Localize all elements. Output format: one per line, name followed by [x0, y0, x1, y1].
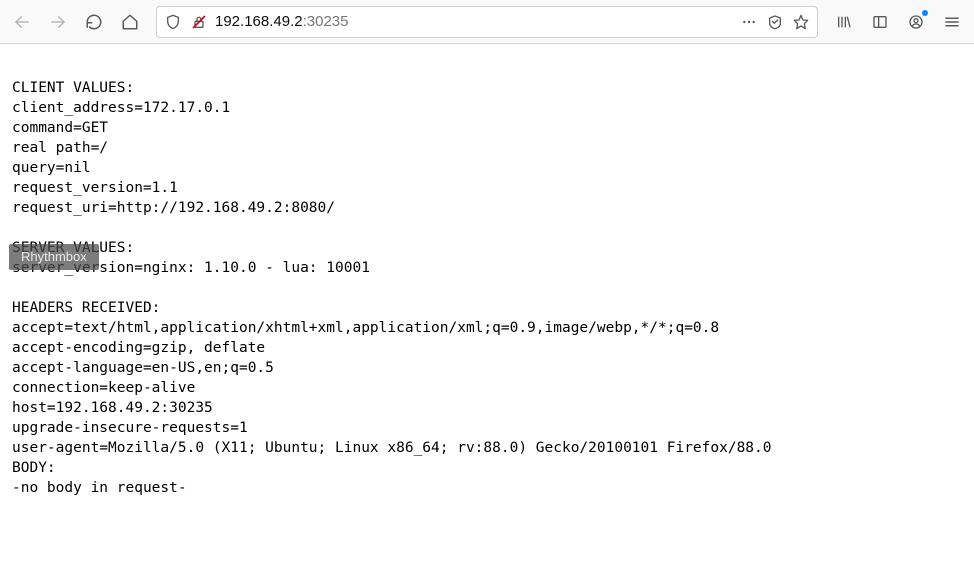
browser-toolbar: 192.168.49.2:30235: [0, 0, 974, 44]
connection-line: connection=keep-alive: [12, 380, 195, 396]
ellipsis-icon: [741, 14, 757, 30]
account-button[interactable]: [900, 6, 932, 38]
account-icon: [908, 14, 924, 30]
user-agent-line: user-agent=Mozilla/5.0 (X11; Ubuntu; Lin…: [12, 440, 772, 456]
headers-heading: HEADERS RECEIVED:: [12, 300, 160, 316]
server-version-line: server_version=nginx: 1.10.0 - lua: 1000…: [12, 260, 370, 276]
home-icon: [121, 13, 139, 31]
forward-button[interactable]: [42, 6, 74, 38]
server-values-heading: SERVER VALUES:: [12, 240, 134, 256]
request-uri-line: request_uri=http://192.168.49.2:8080/: [12, 200, 335, 216]
arrow-right-icon: [49, 13, 67, 31]
library-button[interactable]: [828, 6, 860, 38]
sidebar-icon: [872, 14, 888, 30]
url-port: :30235: [303, 13, 349, 30]
body-heading: BODY:: [12, 460, 56, 476]
request-version-line: request_version=1.1: [12, 180, 178, 196]
back-button[interactable]: [6, 6, 38, 38]
reload-icon: [85, 13, 103, 31]
upgrade-insecure-line: upgrade-insecure-requests=1: [12, 420, 248, 436]
url-host: 192.168.49.2: [215, 13, 303, 30]
accept-language-line: accept-language=en-US,en;q=0.5: [12, 360, 274, 376]
page-actions-button[interactable]: [739, 12, 759, 32]
bookmark-button[interactable]: [791, 12, 811, 32]
body-content-line: -no body in request-: [12, 480, 187, 496]
command-line: command=GET: [12, 120, 108, 136]
url-bar[interactable]: 192.168.49.2:30235: [156, 6, 818, 38]
shield-icon[interactable]: [163, 12, 183, 32]
accept-encoding-line: accept-encoding=gzip, deflate: [12, 340, 265, 356]
sidebar-button[interactable]: [864, 6, 896, 38]
library-icon: [836, 14, 852, 30]
insecure-lock-icon[interactable]: [189, 12, 209, 32]
star-icon: [793, 14, 809, 30]
query-line: query=nil: [12, 160, 91, 176]
host-line: host=192.168.49.2:30235: [12, 400, 213, 416]
home-button[interactable]: [114, 6, 146, 38]
client-address-line: client_address=172.17.0.1: [12, 100, 230, 116]
url-text[interactable]: 192.168.49.2:30235: [215, 13, 733, 30]
hamburger-icon: [943, 13, 961, 31]
app-menu-button[interactable]: [936, 6, 968, 38]
reader-icon: [767, 14, 783, 30]
client-values-heading: CLIENT VALUES:: [12, 80, 134, 96]
page-content: CLIENT VALUES: client_address=172.17.0.1…: [0, 44, 974, 532]
real-path-line: real path=/: [12, 140, 108, 156]
reload-button[interactable]: [78, 6, 110, 38]
reader-mode-button[interactable]: [765, 12, 785, 32]
accept-line: accept=text/html,application/xhtml+xml,a…: [12, 320, 719, 336]
arrow-left-icon: [13, 13, 31, 31]
